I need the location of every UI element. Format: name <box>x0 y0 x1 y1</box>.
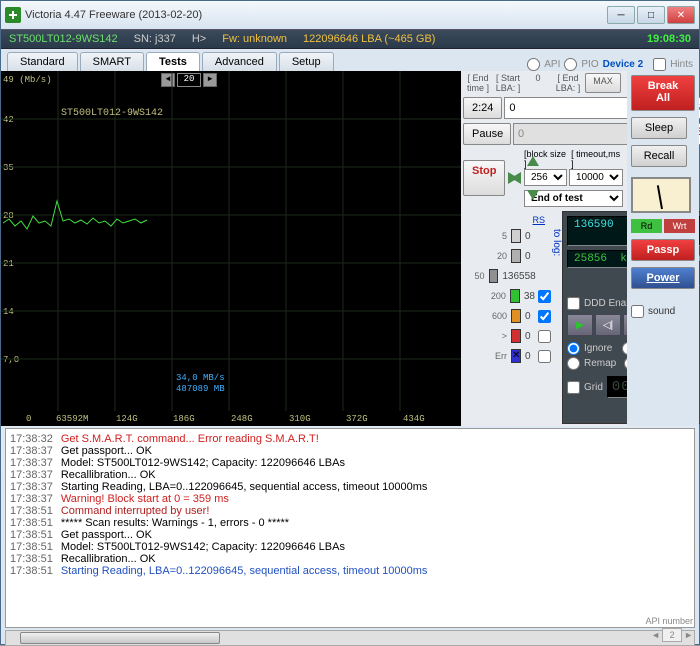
maximize-button[interactable]: □ <box>637 6 665 24</box>
tab-setup[interactable]: Setup <box>279 52 334 71</box>
log-line: 17:38:51Starting Reading, LBA=0..1220966… <box>10 565 690 577</box>
api-number-value: 2 <box>662 628 682 642</box>
recall-button[interactable]: Recall <box>631 145 687 167</box>
api-radio[interactable] <box>527 58 540 71</box>
device-mode-group: API PIO Device 2 Hints <box>527 58 693 71</box>
remap-radio[interactable] <box>567 357 580 370</box>
rs-link[interactable]: RS <box>465 215 549 225</box>
grid-checkbox[interactable] <box>567 381 580 394</box>
block-log-checkbox[interactable] <box>538 350 551 363</box>
device-label[interactable]: Device 2 <box>603 59 644 70</box>
graph-svg <box>1 71 461 411</box>
tab-tests[interactable]: Tests <box>146 52 200 71</box>
tolog-label: to log: <box>551 229 562 256</box>
max-button[interactable]: MAX <box>585 73 621 93</box>
hints-checkbox[interactable] <box>653 58 666 71</box>
block-row: 50136558 <box>465 269 549 283</box>
scrollbar-thumb[interactable] <box>20 632 220 644</box>
block-log-checkbox[interactable] <box>538 310 551 323</box>
log-line: 17:38:51Recallibration... OK <box>10 553 690 565</box>
pause-button[interactable]: Pause <box>463 123 511 145</box>
endtime-button[interactable]: 2:24 <box>463 97 502 119</box>
block-row: 20038 <box>465 289 549 303</box>
prev-button[interactable]: ◁| <box>595 314 621 336</box>
block-swatch <box>489 269 499 283</box>
block-swatch <box>510 289 520 303</box>
app-window: Victoria 4.47 Freeware (2013-02-20) ─ □ … <box>0 0 700 645</box>
log-line: 17:38:51***** Scan results: Warnings - 1… <box>10 517 690 529</box>
log-pane[interactable]: 17:38:32Get S.M.A.R.T. command... Error … <box>5 428 695 628</box>
block-log-checkbox[interactable] <box>538 290 551 303</box>
timeout-select[interactable]: 10000 <box>569 169 623 186</box>
nav-down-icon[interactable] <box>527 190 539 200</box>
close-button[interactable]: ✕ <box>667 6 695 24</box>
model-label: ST500LT012-9WS142 <box>9 33 118 45</box>
sleep-button[interactable]: Sleep <box>631 117 687 139</box>
log-line: 17:38:37Recallibration... OK <box>10 469 690 481</box>
titlebar: Victoria 4.47 Freeware (2013-02-20) ─ □ … <box>1 1 699 29</box>
vu-meter <box>631 177 691 213</box>
speed-graph: ◄ 20 ► 49 (Mb/s) 42 35 28 21 14 7,0 ST50… <box>1 71 461 426</box>
pio-radio[interactable] <box>564 58 577 71</box>
serial-label: SN: j337 <box>134 33 176 45</box>
log-line: 17:38:51Command interrupted by user! <box>10 505 690 517</box>
firmware-label: Fw: unknown <box>222 33 287 45</box>
block-stats: RS 50 200 50136558 20038 6000 >0 Err✕0 <box>463 211 551 424</box>
log-line: 17:38:37Model: ST500LT012-9WS142; Capaci… <box>10 457 690 469</box>
nav-up-icon[interactable] <box>527 156 539 166</box>
log-line: 17:38:32Get S.M.A.R.T. command... Error … <box>10 433 690 445</box>
tab-standard[interactable]: Standard <box>7 52 78 71</box>
stop-button[interactable]: Stop <box>463 160 505 196</box>
break-button[interactable]: Break All <box>631 75 695 111</box>
blocksize-select[interactable]: 256 <box>524 169 567 186</box>
block-row: Err✕0 <box>465 349 549 363</box>
log-line: 17:38:51Model: ST500LT012-9WS142; Capaci… <box>10 541 690 553</box>
hdr-label: H> <box>192 33 206 45</box>
block-row: 50 <box>465 229 549 243</box>
nav-right-icon[interactable] <box>508 172 518 184</box>
window-title: Victoria 4.47 Freeware (2013-02-20) <box>25 9 603 21</box>
tab-smart[interactable]: SMART <box>80 52 144 71</box>
block-swatch <box>511 329 521 343</box>
ddd-checkbox[interactable] <box>567 297 580 310</box>
passp-button[interactable]: Passp <box>631 239 695 261</box>
graph-speed-info: 34,0 MB/s487089 MB <box>176 373 225 396</box>
block-swatch <box>511 309 521 323</box>
rd-wrt-indicator: RdWrt <box>631 219 695 233</box>
sidebar: Break All Sleep Recall RdWrt Passp Power… <box>627 71 699 426</box>
log-line: 17:38:37Warning! Block start at 0 = 359 … <box>10 493 690 505</box>
ignore-radio[interactable] <box>567 342 580 355</box>
log-line: 17:38:37Get passport... OK <box>10 445 690 457</box>
sound-checkbox[interactable] <box>631 305 644 318</box>
log-line: 17:38:51Get passport... OK <box>10 529 690 541</box>
block-swatch: ✕ <box>511 349 521 363</box>
play-button[interactable]: ▶ <box>567 314 593 336</box>
content-area: ◄ 20 ► 49 (Mb/s) 42 35 28 21 14 7,0 ST50… <box>1 71 699 426</box>
log-line: 17:38:37Starting Reading, LBA=0..1220966… <box>10 481 690 493</box>
block-log-checkbox[interactable] <box>538 330 551 343</box>
block-swatch <box>511 249 521 263</box>
lba-label: 122096646 LBA (~465 GB) <box>303 33 435 45</box>
block-row: >0 <box>465 329 549 343</box>
api-up-button[interactable]: ► <box>684 630 693 640</box>
log-hscrollbar[interactable] <box>5 630 695 646</box>
api-down-button[interactable]: ◄ <box>651 630 660 640</box>
minimize-button[interactable]: ─ <box>607 6 635 24</box>
tab-advanced[interactable]: Advanced <box>202 52 277 71</box>
api-number-corner: API number ◄ 2 ► <box>645 616 693 642</box>
app-icon <box>5 7 21 23</box>
nav-dpad <box>509 154 520 202</box>
block-row: 6000 <box>465 309 549 323</box>
block-row: 200 <box>465 249 549 263</box>
control-pane: [ End time ] [ Start LBA: ] 0 [ End LBA:… <box>461 71 627 426</box>
infobar: ST500LT012-9WS142 SN: j337 H> Fw: unknow… <box>1 29 699 49</box>
power-button[interactable]: Power <box>631 267 695 289</box>
block-swatch <box>511 229 521 243</box>
clock: 19:08:30 <box>647 33 691 45</box>
tabrow: Standard SMART Tests Advanced Setup API … <box>1 49 699 71</box>
